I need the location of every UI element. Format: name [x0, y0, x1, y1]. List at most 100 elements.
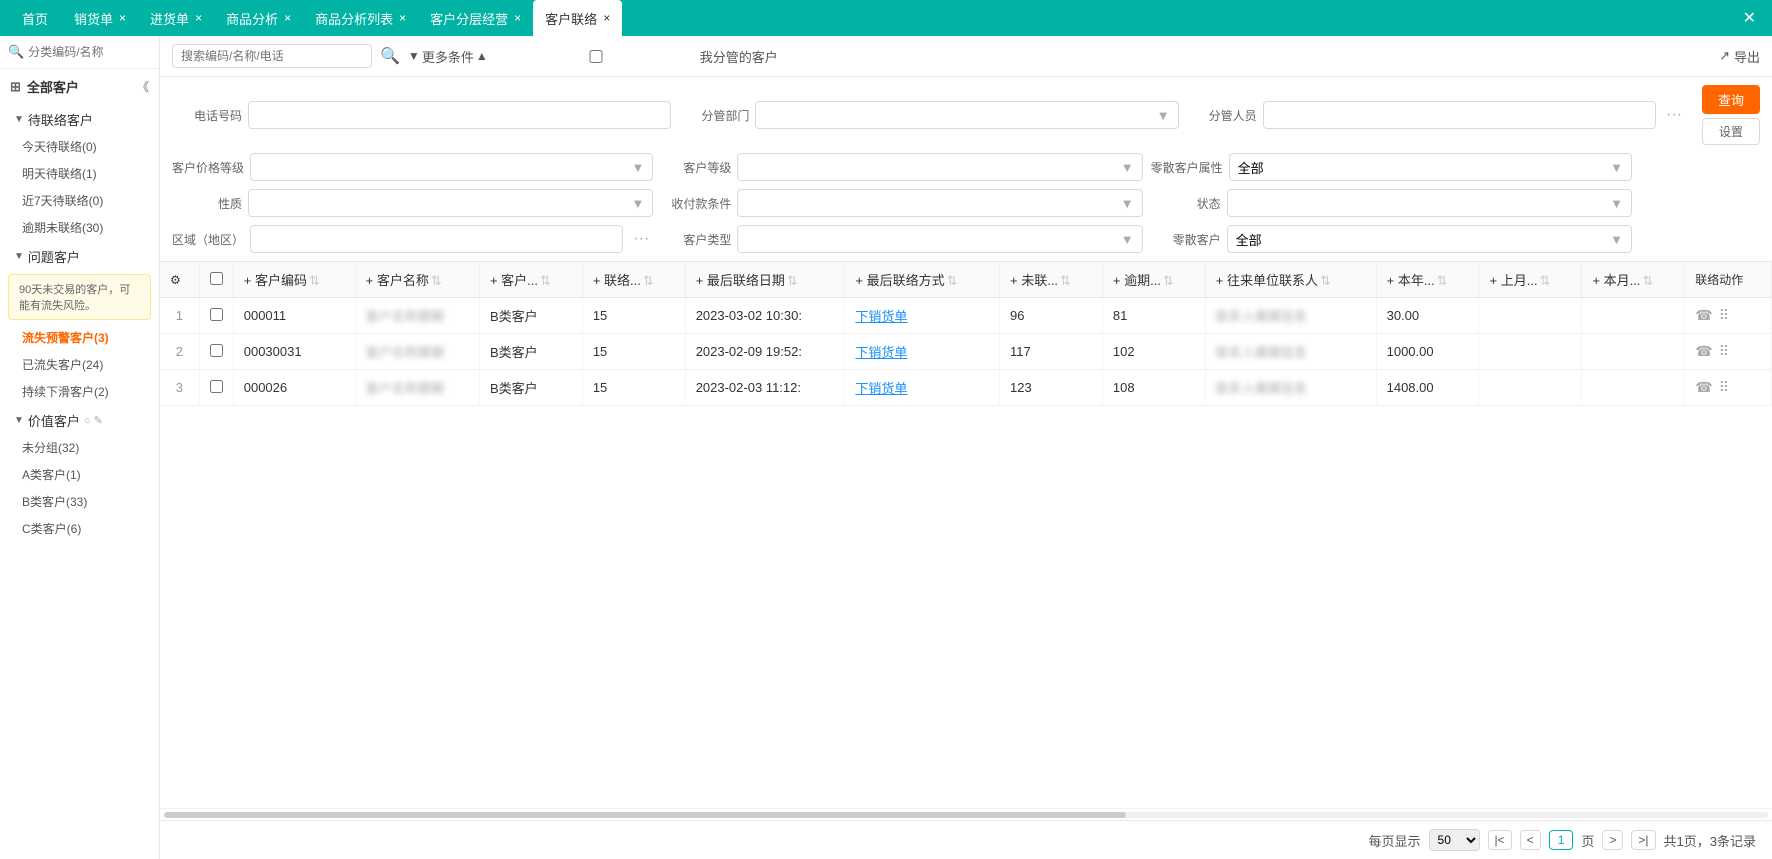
close-tab-product-analysis-list[interactable]: ×	[399, 11, 406, 25]
row-checkbox[interactable]	[210, 344, 223, 357]
scatter-attr-select[interactable]: 全部 ▼	[1229, 153, 1632, 181]
sidebar-item-declining[interactable]: 持续下滑客户(2)	[0, 378, 159, 405]
horizontal-scrollbar[interactable]	[160, 808, 1772, 820]
scrollbar-thumb[interactable]	[164, 812, 1126, 818]
row-last-method[interactable]: 下销货单	[845, 370, 1000, 406]
manager-dots-icon[interactable]: ···	[1662, 106, 1686, 124]
action-more-icon[interactable]: ⠿	[1719, 379, 1729, 396]
customer-type-select[interactable]: ▼	[737, 225, 1142, 253]
row-contact-count: 15	[582, 298, 685, 334]
price-level-select[interactable]: ▼	[250, 153, 653, 181]
search-input[interactable]	[172, 44, 372, 68]
action-more-icon[interactable]: ⠿	[1719, 307, 1729, 324]
sidebar-item-overdue-contact[interactable]: 逾期未联络(30)	[0, 214, 159, 241]
row-checkbox[interactable]	[210, 308, 223, 321]
settings-button[interactable]: 设置	[1702, 118, 1760, 145]
home-tab[interactable]: 首页	[8, 9, 62, 28]
sidebar-item-churned[interactable]: 已流失客户(24)	[0, 351, 159, 378]
window-close-button[interactable]: ✕	[1735, 8, 1764, 28]
status-select[interactable]: ▼	[1227, 189, 1632, 217]
sidebar-item-7days-contact[interactable]: 近7天待联络(0)	[0, 187, 159, 214]
row-last-method[interactable]: 下销货单	[845, 298, 1000, 334]
sidebar-item-today-contact[interactable]: 今天待联络(0)	[0, 133, 159, 160]
dept-select[interactable]: ▼	[755, 101, 1178, 129]
total-info: 共1页，3条记录	[1664, 831, 1756, 850]
table-row: 2 00030031 客户名称模糊 B类客户 15 2023-02-09 19:…	[160, 334, 1772, 370]
row-checkbox-cell	[199, 370, 233, 406]
scrollbar-track[interactable]	[164, 812, 1768, 818]
filter-field-customer-type: 客户类型 ▼	[661, 225, 1142, 253]
sidebar-item-tomorrow-contact[interactable]: 明天待联络(1)	[0, 160, 159, 187]
close-tab-customer-contact[interactable]: ×	[603, 11, 610, 25]
tab-product-analysis[interactable]: 商品分析 ×	[214, 0, 303, 36]
row-last-method[interactable]: 下销货单	[845, 334, 1000, 370]
payment-arrow-icon: ▼	[1121, 196, 1134, 211]
row-unit-contact: 联系人模糊信息	[1205, 370, 1376, 406]
page-label: 页	[1581, 831, 1594, 850]
th-unit-contact: + 往来单位联系人⇅	[1205, 262, 1376, 298]
filter-panel: 电话号码 分管部门 ▼ 分管人员 ···	[160, 77, 1772, 262]
next-page-button[interactable]: >	[1602, 830, 1623, 850]
row-checkbox[interactable]	[210, 380, 223, 393]
close-tab-purchase-order[interactable]: ×	[195, 11, 202, 25]
all-customers-header[interactable]: ⊞ 全部客户 《	[0, 69, 159, 104]
nature-select[interactable]: ▼	[248, 189, 653, 217]
query-button[interactable]: 查询	[1702, 85, 1760, 114]
action-contact-icon[interactable]: ☎	[1695, 379, 1712, 396]
scatter-customer-select[interactable]: 全部 ▼	[1227, 225, 1632, 253]
row-type: B类客户	[479, 298, 582, 334]
sidebar-group-pending-contact[interactable]: ▼ 待联络客户	[0, 104, 159, 133]
last-page-button[interactable]: >|	[1631, 830, 1655, 850]
sidebar-group-problem-customers[interactable]: ▼ 问题客户	[0, 241, 159, 270]
first-page-button[interactable]: |<	[1488, 830, 1512, 850]
row-name: 客户名称模糊	[355, 334, 479, 370]
action-contact-icon[interactable]: ☎	[1695, 307, 1712, 324]
scatter-customer-label: 零散客户	[1151, 231, 1221, 248]
filter-field-customer-level: 客户等级 ▼	[661, 153, 1142, 181]
th-settings[interactable]: ⚙	[160, 262, 199, 298]
tab-sales-order[interactable]: 销货单 ×	[62, 0, 138, 36]
select-all-checkbox[interactable]	[210, 272, 223, 285]
tab-customer-tier[interactable]: 客户分层经营 ×	[418, 0, 533, 36]
region-select[interactable]	[250, 225, 623, 253]
close-tab-sales-order[interactable]: ×	[119, 11, 126, 25]
prev-page-button[interactable]: <	[1520, 830, 1541, 850]
action-contact-icon[interactable]: ☎	[1695, 343, 1712, 360]
sidebar-item-ungrouped[interactable]: 未分组(32)	[0, 434, 159, 461]
search-button[interactable]: 🔍	[380, 46, 400, 66]
tab-purchase-order[interactable]: 进货单 ×	[138, 0, 214, 36]
top-navigation: 首页 销货单 × 进货单 × 商品分析 × 商品分析列表 × 客户分层经营 × …	[0, 0, 1772, 36]
close-tab-product-analysis[interactable]: ×	[284, 11, 291, 25]
customer-level-select[interactable]: ▼	[737, 153, 1142, 181]
tab-product-analysis-list[interactable]: 商品分析列表 ×	[303, 0, 418, 36]
th-code: + 客户编码⇅	[233, 262, 355, 298]
export-button[interactable]: ↗ 导出	[1719, 47, 1760, 66]
main-layout: 🔍 ⊞ 全部客户 《 ▼ 待联络客户 今天待联络(0) 明天待联络(1) 近7天…	[0, 36, 1772, 859]
sidebar-item-class-b[interactable]: B类客户(33)	[0, 488, 159, 515]
row-no-contact: 117	[999, 334, 1102, 370]
my-customers-check[interactable]	[496, 50, 696, 63]
phone-input[interactable]	[248, 101, 671, 129]
row-unit-contact: 联系人模糊信息	[1205, 334, 1376, 370]
sidebar-group-value-customers[interactable]: ▼ 价值客户 ○ ✎	[0, 405, 159, 434]
price-level-label: 客户价格等级	[172, 159, 244, 176]
sidebar-item-churn-warning[interactable]: 流失预警客户(3)	[0, 324, 159, 351]
pagination-bar: 每页显示 10 20 50 100 |< < 1 页 > >| 共1页，3条记录	[160, 820, 1772, 859]
sidebar: 🔍 ⊞ 全部客户 《 ▼ 待联络客户 今天待联络(0) 明天待联络(1) 近7天…	[0, 36, 160, 859]
page-size-select[interactable]: 10 20 50 100	[1429, 829, 1480, 851]
sidebar-item-class-c[interactable]: C类客户(6)	[0, 515, 159, 542]
my-customers-checkbox[interactable]: 我分管的客户	[496, 47, 778, 66]
payment-select[interactable]: ▼	[737, 189, 1142, 217]
sidebar-item-class-a[interactable]: A类客户(1)	[0, 461, 159, 488]
payment-label: 收付款条件	[661, 195, 731, 212]
more-conditions-button[interactable]: ▼ 更多条件 ▲	[408, 47, 488, 66]
manager-select[interactable]	[1263, 101, 1656, 129]
th-contact: + 联络...⇅	[582, 262, 685, 298]
sidebar-search-input[interactable]	[28, 45, 160, 59]
close-tab-customer-tier[interactable]: ×	[514, 11, 521, 25]
row-unit-contact: 联系人模糊信息	[1205, 298, 1376, 334]
region-dots-icon[interactable]: ···	[629, 230, 653, 248]
action-more-icon[interactable]: ⠿	[1719, 343, 1729, 360]
tab-customer-contact[interactable]: 客户联络 ×	[533, 0, 622, 36]
customer-type-label: 客户类型	[661, 231, 731, 248]
